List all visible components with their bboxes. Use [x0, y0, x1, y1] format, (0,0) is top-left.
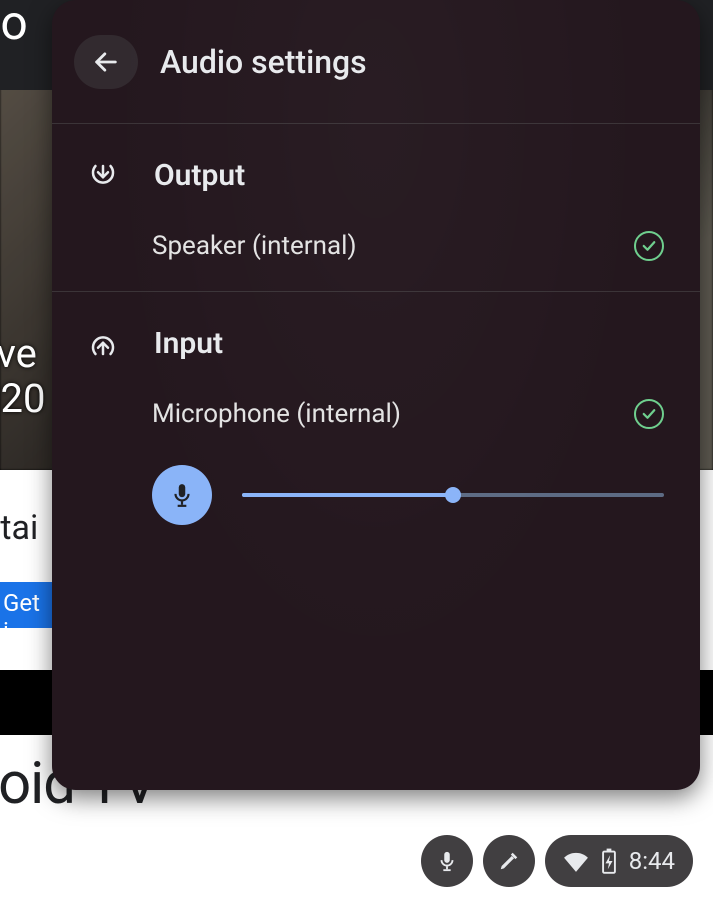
microphone-icon — [436, 850, 458, 872]
output-selected-check — [634, 231, 664, 261]
status-tray[interactable]: 8:44 — [545, 835, 693, 887]
panel-header: Audio settings — [52, 0, 700, 124]
input-selected-check — [634, 399, 664, 429]
output-device-row[interactable]: Speaker (internal) — [52, 203, 700, 291]
hero-text-line1: ave — [0, 330, 37, 377]
mic-toggle-button[interactable] — [152, 465, 212, 525]
mic-level-control — [52, 459, 700, 535]
cta-button[interactable]: Get i — [0, 582, 52, 628]
wifi-icon — [563, 850, 589, 872]
output-device-name: Speaker (internal) — [152, 231, 357, 261]
arrow-left-icon — [92, 48, 120, 76]
system-shelf: 8:44 — [0, 822, 713, 900]
clock: 8:44 — [629, 847, 675, 875]
page-title-fragment: e o — [0, 0, 27, 51]
input-label: Input — [154, 326, 223, 361]
input-section-header: Input — [52, 292, 700, 371]
check-icon — [640, 237, 658, 255]
input-icon — [88, 329, 118, 359]
battery-charging-icon — [601, 848, 617, 874]
panel-title: Audio settings — [160, 43, 367, 81]
mic-level-slider[interactable] — [242, 480, 664, 510]
shelf-pen-button[interactable] — [483, 835, 535, 887]
hero-text-line2: 020 — [0, 375, 45, 422]
input-device-row[interactable]: Microphone (internal) — [52, 371, 700, 459]
shelf-mic-button[interactable] — [421, 835, 473, 887]
slider-thumb[interactable] — [445, 487, 461, 503]
microphone-icon — [169, 482, 195, 508]
output-icon — [88, 161, 118, 191]
output-section-header: Output — [52, 124, 700, 203]
pen-icon — [498, 850, 520, 872]
check-icon — [640, 405, 658, 423]
audio-settings-panel: Audio settings Output Speaker (internal)… — [52, 0, 700, 790]
content-word: ertai — [0, 508, 38, 548]
slider-fill — [242, 493, 453, 497]
back-button[interactable] — [74, 35, 138, 89]
input-device-name: Microphone (internal) — [152, 399, 401, 429]
output-label: Output — [154, 158, 245, 193]
